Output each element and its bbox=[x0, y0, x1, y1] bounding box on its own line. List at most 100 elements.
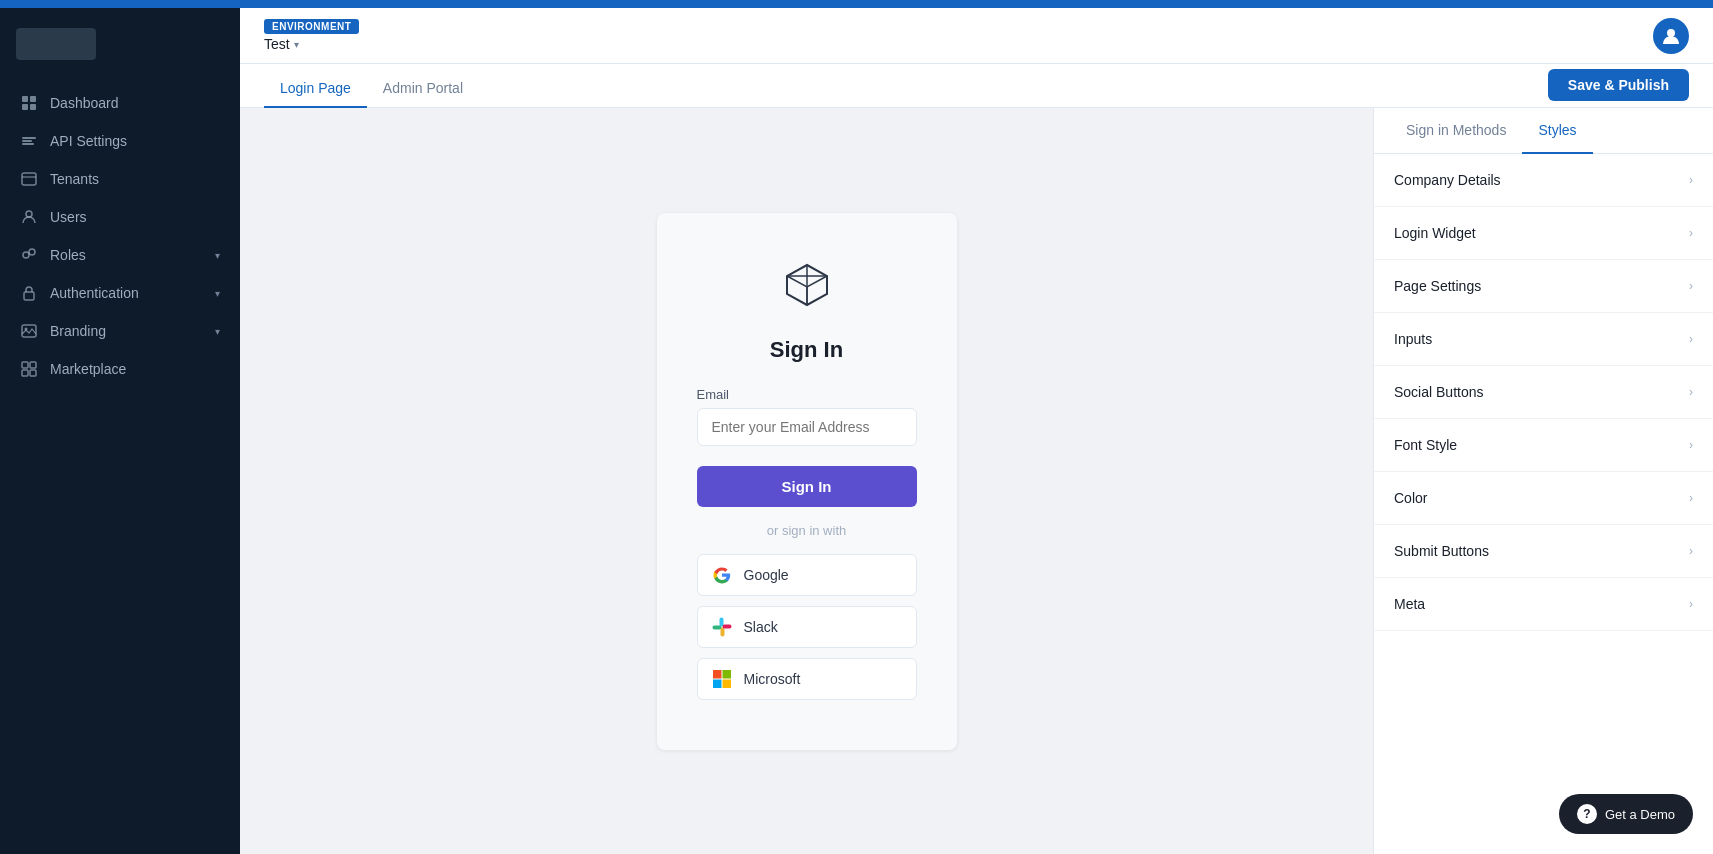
chevron-right-icon: › bbox=[1689, 279, 1693, 293]
sidebar-item-dashboard[interactable]: Dashboard bbox=[0, 84, 240, 122]
main-content: ENVIRONMENT Test ▾ Login Page bbox=[240, 8, 1713, 854]
google-label: Google bbox=[744, 567, 789, 583]
svg-rect-16 bbox=[30, 362, 36, 368]
sidebar-item-label: Users bbox=[50, 209, 87, 225]
sidebar-item-branding[interactable]: Branding ▾ bbox=[0, 312, 240, 350]
sidebar-item-tenants[interactable]: Tenants bbox=[0, 160, 240, 198]
sidebar-item-roles[interactable]: Roles ▾ bbox=[0, 236, 240, 274]
sidebar-item-label: Authentication bbox=[50, 285, 139, 301]
sidebar-item-label: Tenants bbox=[50, 171, 99, 187]
tab-styles[interactable]: Styles bbox=[1522, 108, 1592, 154]
section-color[interactable]: Color › bbox=[1374, 472, 1713, 525]
tenants-icon bbox=[20, 170, 38, 188]
sidebar-item-label: Roles bbox=[50, 247, 86, 263]
tab-admin-portal[interactable]: Admin Portal bbox=[367, 70, 479, 108]
auth-icon bbox=[20, 284, 38, 302]
svg-rect-18 bbox=[30, 370, 36, 376]
microsoft-label: Microsoft bbox=[744, 671, 801, 687]
section-label: Submit Buttons bbox=[1394, 543, 1489, 559]
svg-rect-6 bbox=[22, 143, 34, 145]
branding-icon bbox=[20, 322, 38, 340]
sidebar-item-label: Branding bbox=[50, 323, 106, 339]
chevron-down-icon: ▾ bbox=[215, 288, 220, 299]
tab-login-page[interactable]: Login Page bbox=[264, 70, 367, 108]
sidebar-item-api-settings[interactable]: API Settings bbox=[0, 122, 240, 160]
svg-point-9 bbox=[26, 211, 32, 217]
signin-button[interactable]: Sign In bbox=[697, 466, 917, 507]
get-demo-label: Get a Demo bbox=[1605, 807, 1675, 822]
right-panel: Sign in Methods Styles Company Details ›… bbox=[1373, 108, 1713, 854]
user-avatar[interactable] bbox=[1653, 18, 1689, 54]
section-label: Page Settings bbox=[1394, 278, 1481, 294]
svg-rect-4 bbox=[22, 137, 36, 139]
section-login-widget[interactable]: Login Widget › bbox=[1374, 207, 1713, 260]
top-bar bbox=[0, 0, 1713, 8]
login-logo bbox=[783, 261, 831, 313]
env-badge: ENVIRONMENT bbox=[264, 19, 359, 34]
svg-point-19 bbox=[1667, 29, 1675, 37]
section-label: Color bbox=[1394, 490, 1427, 506]
chevron-right-icon: › bbox=[1689, 438, 1693, 452]
chevron-down-icon: ▾ bbox=[215, 326, 220, 337]
svg-rect-2 bbox=[22, 104, 28, 110]
header-left: ENVIRONMENT Test ▾ bbox=[264, 19, 359, 52]
microsoft-signin-button[interactable]: Microsoft bbox=[697, 658, 917, 700]
preview-area: Sign In Email Sign In or sign in with bbox=[240, 108, 1373, 854]
sidebar-item-marketplace[interactable]: Marketplace bbox=[0, 350, 240, 388]
env-selector[interactable]: Test ▾ bbox=[264, 36, 359, 52]
svg-rect-1 bbox=[30, 96, 36, 102]
svg-point-10 bbox=[23, 252, 29, 258]
svg-rect-5 bbox=[22, 140, 32, 142]
svg-rect-17 bbox=[22, 370, 28, 376]
svg-rect-22 bbox=[713, 679, 722, 688]
sidebar-logo bbox=[0, 16, 240, 76]
slack-signin-button[interactable]: Slack bbox=[697, 606, 917, 648]
tab-sign-in-methods[interactable]: Sign in Methods bbox=[1390, 108, 1522, 154]
get-demo-button[interactable]: ? Get a Demo bbox=[1559, 794, 1693, 834]
svg-rect-12 bbox=[24, 292, 34, 300]
svg-point-11 bbox=[29, 249, 35, 255]
panel-sections: Company Details › Login Widget › Page Se… bbox=[1374, 154, 1713, 854]
sidebar-item-authentication[interactable]: Authentication ▾ bbox=[0, 274, 240, 312]
sidebar-item-users[interactable]: Users bbox=[0, 198, 240, 236]
login-form: Email Sign In or sign in with bbox=[697, 387, 917, 710]
marketplace-icon bbox=[20, 360, 38, 378]
section-page-settings[interactable]: Page Settings › bbox=[1374, 260, 1713, 313]
chevron-right-icon: › bbox=[1689, 544, 1693, 558]
content-area: Sign In Email Sign In or sign in with bbox=[240, 108, 1713, 854]
sidebar-nav: Dashboard API Settings bbox=[0, 76, 240, 854]
env-name: Test bbox=[264, 36, 290, 52]
svg-rect-20 bbox=[713, 670, 722, 679]
roles-icon bbox=[20, 246, 38, 264]
section-company-details[interactable]: Company Details › bbox=[1374, 154, 1713, 207]
api-icon bbox=[20, 132, 38, 150]
login-title: Sign In bbox=[770, 337, 843, 363]
header: ENVIRONMENT Test ▾ bbox=[240, 8, 1713, 64]
grid-icon bbox=[20, 94, 38, 112]
section-font-style[interactable]: Font Style › bbox=[1374, 419, 1713, 472]
google-signin-button[interactable]: Google bbox=[697, 554, 917, 596]
svg-rect-3 bbox=[30, 104, 36, 110]
section-label: Inputs bbox=[1394, 331, 1432, 347]
chevron-right-icon: › bbox=[1689, 226, 1693, 240]
email-input[interactable] bbox=[697, 408, 917, 446]
chevron-right-icon: › bbox=[1689, 332, 1693, 346]
section-meta[interactable]: Meta › bbox=[1374, 578, 1713, 631]
help-icon: ? bbox=[1577, 804, 1597, 824]
section-inputs[interactable]: Inputs › bbox=[1374, 313, 1713, 366]
section-label: Login Widget bbox=[1394, 225, 1476, 241]
or-divider: or sign in with bbox=[697, 523, 917, 538]
section-label: Font Style bbox=[1394, 437, 1457, 453]
chevron-down-icon: ▾ bbox=[294, 39, 299, 50]
sidebar-item-label: Dashboard bbox=[50, 95, 119, 111]
login-widget: Sign In Email Sign In or sign in with bbox=[657, 213, 957, 750]
panel-tabs: Sign in Methods Styles bbox=[1374, 108, 1713, 154]
chevron-right-icon: › bbox=[1689, 385, 1693, 399]
tabs-bar: Login Page Admin Portal Save & Publish bbox=[240, 64, 1713, 108]
save-publish-button[interactable]: Save & Publish bbox=[1548, 69, 1689, 101]
chevron-down-icon: ▾ bbox=[215, 250, 220, 261]
slack-label: Slack bbox=[744, 619, 778, 635]
section-label: Company Details bbox=[1394, 172, 1501, 188]
section-social-buttons[interactable]: Social Buttons › bbox=[1374, 366, 1713, 419]
section-submit-buttons[interactable]: Submit Buttons › bbox=[1374, 525, 1713, 578]
